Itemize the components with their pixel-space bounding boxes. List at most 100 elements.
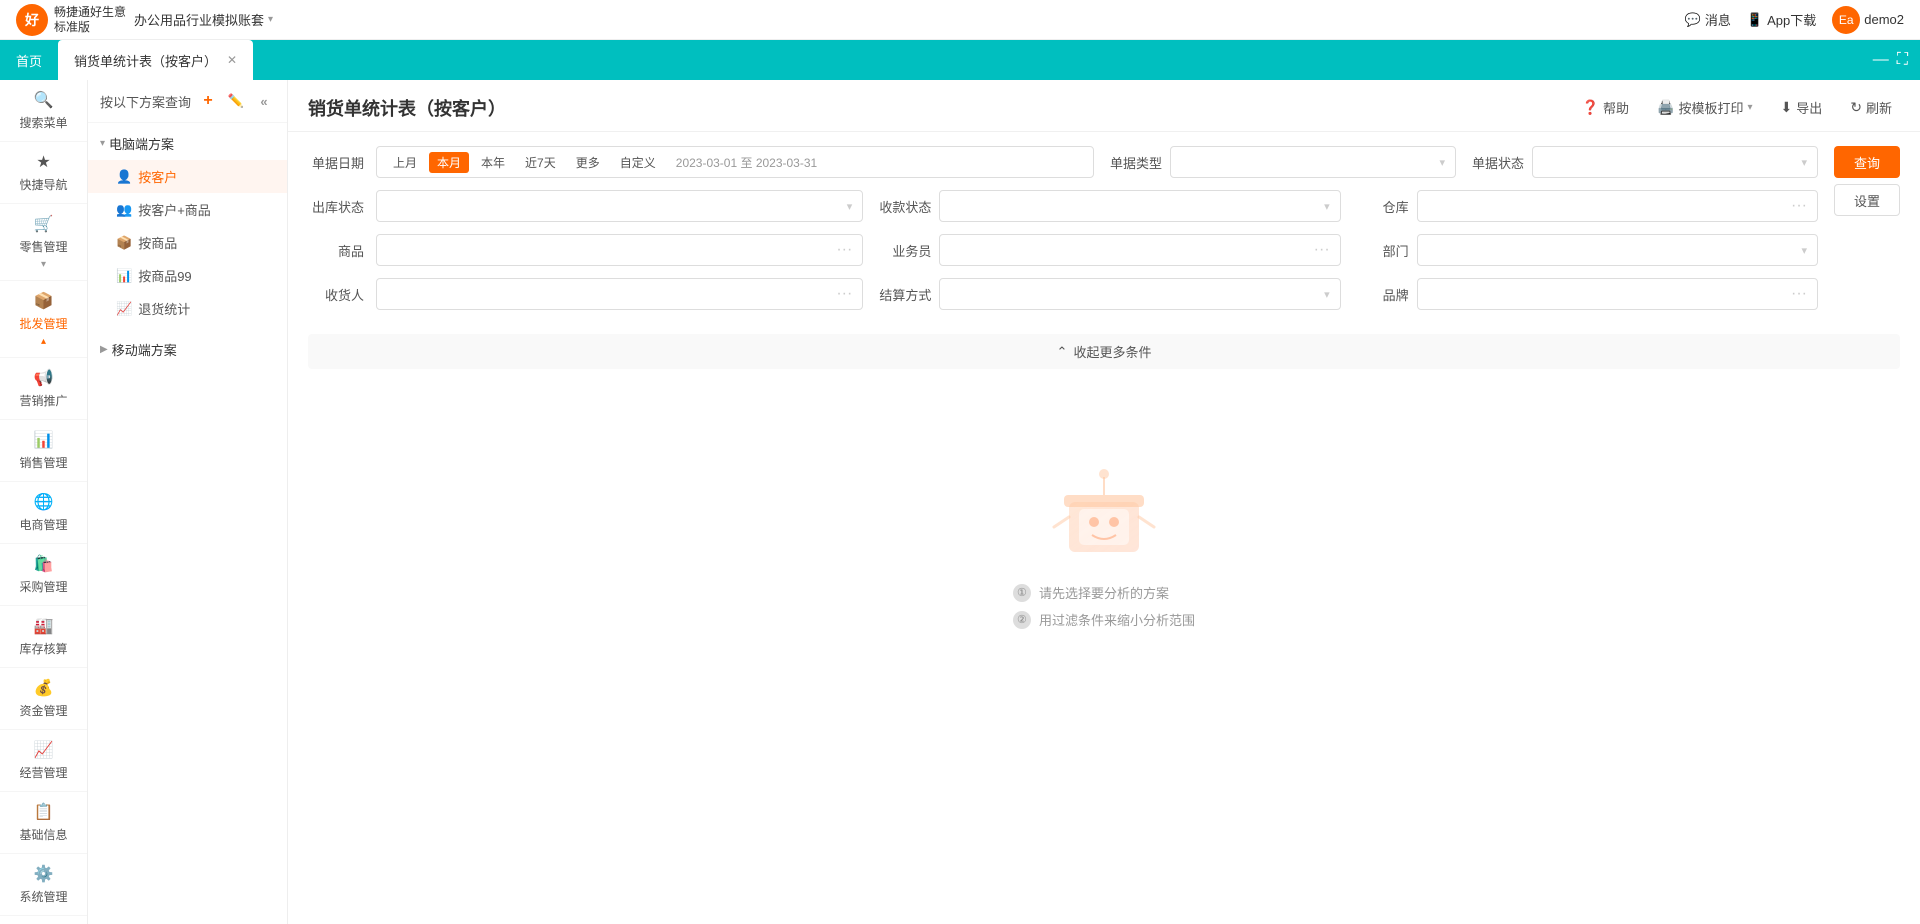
tab-maximize-icon[interactable]: ⛶ <box>1897 51 1908 69</box>
date-tab-last-month[interactable]: 上月 <box>385 152 425 173</box>
sidebar-item-purchase[interactable]: 🛍️ 采购管理 <box>0 544 87 606</box>
date-tab-more[interactable]: 更多 <box>568 152 608 173</box>
edit-scheme-button[interactable]: ✏️ <box>225 90 247 112</box>
receiver-more-icon: ··· <box>836 285 852 303</box>
sidebar-item-wholesale[interactable]: 📦 批发管理 ▴ <box>0 281 87 358</box>
department-label: 部门 <box>1353 241 1409 260</box>
filter-row-date: 单据日期 上月 本月 本年 近7天 更多 自定义 20 <box>308 146 1818 178</box>
sidebar-item-system[interactable]: ⚙️ 系统管理 <box>0 854 87 916</box>
message-button[interactable]: 💬 消息 <box>1685 10 1731 29</box>
date-tab-this-year[interactable]: 本年 <box>473 152 513 173</box>
sidebar-item-ecommerce[interactable]: 🌐 电商管理 <box>0 482 87 544</box>
out-status-control[interactable]: ▾ <box>376 190 863 222</box>
tree-child-by-product[interactable]: 📦 按商品 <box>88 226 287 259</box>
tab-bar: 首页 销货单统计表（按客户） ✕ — ⛶ <box>0 40 1920 80</box>
brand-control[interactable]: ··· <box>1417 278 1818 310</box>
date-tab-this-month[interactable]: 本月 <box>429 152 469 173</box>
query-button[interactable]: 查询 <box>1834 146 1900 178</box>
search-icon: 🔍 <box>34 90 54 110</box>
basic-icon: 📋 <box>34 802 54 822</box>
user-profile-button[interactable]: Ea demo2 <box>1832 6 1904 34</box>
doc-type-dropdown-icon: ▾ <box>1439 156 1445 169</box>
department-dropdown-icon: ▾ <box>1801 244 1807 257</box>
tree-parent-desktop[interactable]: ▾ 电脑端方案 <box>88 127 287 160</box>
template-print-button[interactable]: 🖨️ 按模板打印 ▾ <box>1649 94 1760 121</box>
app-download-button[interactable]: 📱 App下载 <box>1747 10 1816 29</box>
hint-num-2: ② <box>1013 611 1031 629</box>
doc-type-label: 单据类型 <box>1106 153 1162 172</box>
warehouse-control[interactable]: ··· <box>1417 190 1818 222</box>
salesperson-control[interactable]: ··· <box>939 234 1340 266</box>
tree-arrow-desktop-icon: ▾ <box>100 138 105 149</box>
empty-hint-2: ② 用过滤条件来缩小分析范围 <box>1013 610 1195 629</box>
system-icon: ⚙️ <box>34 864 54 884</box>
left-panel-actions: + ✏️ « <box>197 90 275 112</box>
settings-button[interactable]: 设置 <box>1834 184 1900 216</box>
product-more-icon: ··· <box>836 241 852 259</box>
filter-row-out-status: 出库状态 ▾ 收款状态 ▾ 仓库 <box>308 190 1818 222</box>
doc-status-dropdown-icon: ▾ <box>1801 156 1807 169</box>
pay-status-label: 收款状态 <box>875 197 931 216</box>
sidebar-item-retail[interactable]: 🛒 零售管理 ▾ <box>0 204 87 281</box>
sidebar-item-marketing[interactable]: 📢 营销推广 <box>0 358 87 420</box>
inventory-icon: 🏭 <box>34 616 54 636</box>
refresh-button[interactable]: ↻ 刷新 <box>1842 94 1900 121</box>
print-dropdown-icon: ▾ <box>1747 102 1752 113</box>
date-tab-last7[interactable]: 近7天 <box>517 152 564 173</box>
sidebar-item-sales[interactable]: 📊 销售管理 <box>0 420 87 482</box>
pay-status-control[interactable]: ▾ <box>939 190 1340 222</box>
page-content: 销货单统计表（按客户） ❓ 帮助 🖨️ 按模板打印 ▾ ⬇ 导出 <box>288 80 1920 924</box>
app-title[interactable]: 办公用品行业模拟账套 ▾ <box>134 10 273 29</box>
retail-expand-icon: ▾ <box>41 259 46 270</box>
left-panel-title: 按以下方案查询 <box>100 92 191 111</box>
left-panel-header: 按以下方案查询 + ✏️ « <box>88 80 287 123</box>
warehouse-label: 仓库 <box>1353 197 1409 216</box>
tab-minimize-icon[interactable]: — <box>1873 51 1889 69</box>
return-stats-icon: 📈 <box>116 301 132 317</box>
tree-child-by-product99[interactable]: 📊 按商品99 <box>88 259 287 292</box>
collapse-icon: ⌃ <box>1057 344 1068 360</box>
tree-section-mobile: ▶ 移动端方案 <box>88 329 287 370</box>
quick-nav-icon: ★ <box>36 152 50 172</box>
receiver-control[interactable]: ··· <box>376 278 863 310</box>
doc-status-label: 单据状态 <box>1468 153 1524 172</box>
tree-parent-mobile[interactable]: ▶ 移动端方案 <box>88 333 287 366</box>
add-scheme-button[interactable]: + <box>197 90 219 112</box>
date-range-control[interactable]: 上月 本月 本年 近7天 更多 自定义 2023-03-01 至 2023-03… <box>376 146 1094 178</box>
sidebar-item-basic[interactable]: 📋 基础信息 <box>0 792 87 854</box>
tab-report[interactable]: 销货单统计表（按客户） ✕ <box>58 40 253 80</box>
sidebar-item-finance[interactable]: 💰 资金管理 <box>0 668 87 730</box>
filter-row-receiver: 收货人 ··· 结算方式 ▾ 品牌 <box>308 278 1818 310</box>
download-icon: 📱 <box>1747 12 1763 28</box>
department-control[interactable]: ▾ <box>1417 234 1818 266</box>
main-layout: 🔍 搜索菜单 ★ 快捷导航 🛒 零售管理 ▾ 📦 批发管理 ▴ 📢 营销推广 📊… <box>0 80 1920 924</box>
ecommerce-icon: 🌐 <box>34 492 54 512</box>
sidebar-item-quick-nav[interactable]: ★ 快捷导航 <box>0 142 87 204</box>
by-customer-icon: 👤 <box>116 169 132 185</box>
by-customer-product-icon: 👥 <box>116 202 132 218</box>
settlement-control[interactable]: ▾ <box>939 278 1340 310</box>
tree-child-by-customer[interactable]: 👤 按客户 <box>88 160 287 193</box>
product-control[interactable]: ··· <box>376 234 863 266</box>
tree-section-desktop: ▾ 电脑端方案 👤 按客户 👥 按客户+商品 📦 按商品 📊 按商品99 📈 <box>88 123 287 329</box>
collapse-more-conditions-button[interactable]: ⌃ 收起更多条件 <box>308 334 1900 369</box>
tree-child-by-customer-product[interactable]: 👥 按客户+商品 <box>88 193 287 226</box>
doc-status-control[interactable]: ▾ <box>1532 146 1818 178</box>
collapse-panel-button[interactable]: « <box>253 90 275 112</box>
print-icon: 🖨️ <box>1657 99 1674 116</box>
sidebar-item-inventory[interactable]: 🏭 库存核算 <box>0 606 87 668</box>
tab-home[interactable]: 首页 <box>0 40 58 80</box>
export-button[interactable]: ⬇ 导出 <box>1773 94 1831 121</box>
tab-close-icon[interactable]: ✕ <box>227 53 237 67</box>
sidebar-item-enterprise[interactable]: 🤝 企业协同 <box>0 916 87 924</box>
by-product-icon: 📦 <box>116 235 132 251</box>
sidebar-item-search[interactable]: 🔍 搜索菜单 <box>0 80 87 142</box>
tree-child-return-stats[interactable]: 📈 退货统计 <box>88 292 287 325</box>
logo-icon: 好 <box>16 4 48 36</box>
avatar: Ea <box>1832 6 1860 34</box>
sidebar-item-operations[interactable]: 📈 经营管理 <box>0 730 87 792</box>
doc-type-control[interactable]: ▾ <box>1170 146 1456 178</box>
date-tab-custom[interactable]: 自定义 <box>612 152 664 173</box>
settlement-dropdown-icon: ▾ <box>1324 288 1330 301</box>
help-button[interactable]: ❓ 帮助 <box>1574 94 1637 121</box>
